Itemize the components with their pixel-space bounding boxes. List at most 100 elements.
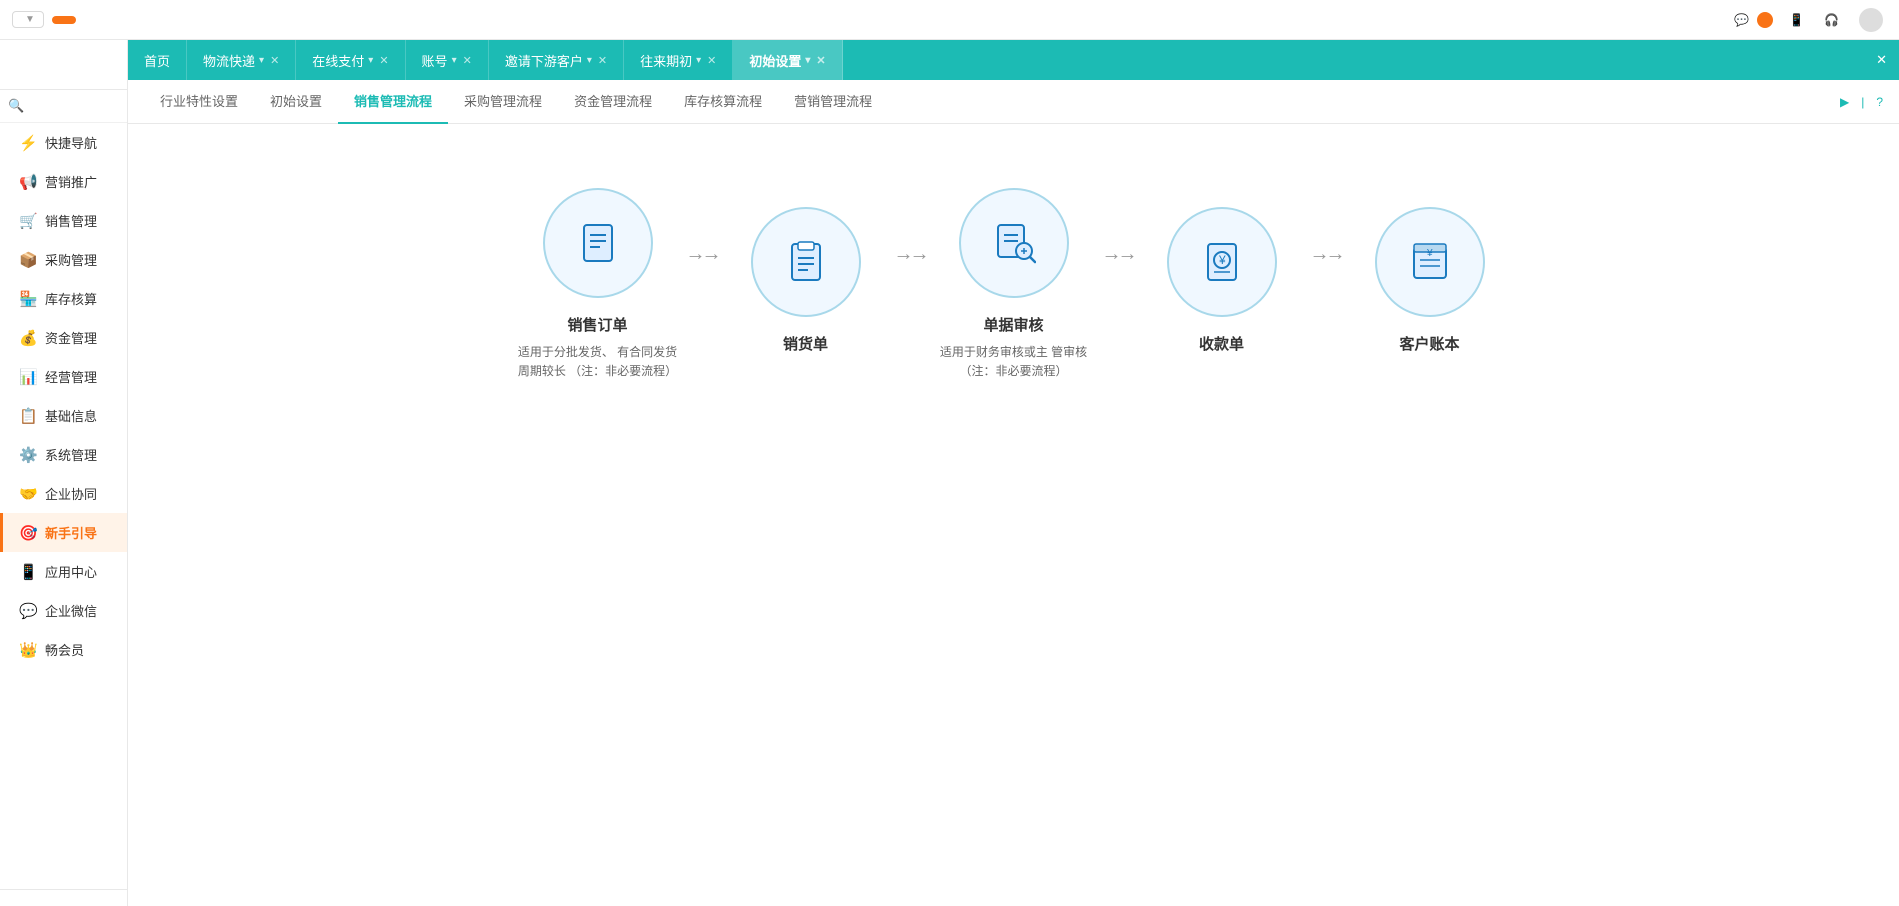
nav-tab-close-5[interactable]: ✕ bbox=[707, 54, 716, 67]
flow-circle-0 bbox=[543, 188, 653, 298]
sidebar-item-7[interactable]: 📋基础信息 bbox=[0, 396, 127, 435]
flow-arrow-1: →→ bbox=[686, 243, 718, 326]
flow-label-2: 单据审核 bbox=[983, 314, 1043, 335]
sidebar-item-5[interactable]: 💰资金管理 bbox=[0, 318, 127, 357]
nav-tab-label-2: 在线支付 bbox=[312, 51, 364, 70]
svg-text:¥: ¥ bbox=[1218, 253, 1226, 267]
nav-tab-label-5: 往来期初 bbox=[640, 51, 692, 70]
nav-tab-4[interactable]: 邀请下游客户 ▾ ✕ bbox=[489, 40, 624, 80]
sidebar-icon-13: 👑 bbox=[19, 641, 37, 659]
sidebar-label-3: 采购管理 bbox=[45, 250, 97, 269]
flow-desc-0: 适用于分批发货、 有合同发货周期较长 （注：非必要流程） bbox=[518, 343, 678, 381]
sidebar-icon-11: 📱 bbox=[19, 563, 37, 581]
flow-arrow-2: →→ bbox=[894, 243, 926, 326]
flow-arrow-4: →→ bbox=[1310, 243, 1342, 326]
sub-tab-1[interactable]: 初始设置 bbox=[254, 79, 338, 124]
flow-item-0[interactable]: 销售订单适用于分批发货、 有合同发货周期较长 （注：非必要流程） bbox=[518, 188, 678, 381]
sidebar-item-3[interactable]: 📦采购管理 bbox=[0, 240, 127, 279]
flow-desc-2: 适用于财务审核或主 管审核 （注：非必要流程） bbox=[934, 343, 1094, 381]
help-link[interactable]: ? bbox=[1876, 95, 1883, 109]
sidebar: 🔍 ⚡ 快捷导航 📢营销推广🛒销售管理📦采购管理🏪库存核算💰资金管理📊经营管理📋基础… bbox=[0, 40, 128, 906]
nav-tab-5[interactable]: 往来期初 ▾ ✕ bbox=[624, 40, 733, 80]
divider: | bbox=[1861, 95, 1864, 109]
chevron-down-icon: ▼ bbox=[25, 14, 35, 25]
sidebar-nav: ⚡ 快捷导航 📢营销推广🛒销售管理📦采购管理🏪库存核算💰资金管理📊经营管理📋基础信息… bbox=[0, 123, 127, 889]
nav-tab-6[interactable]: 初始设置 ▾ ✕ bbox=[733, 40, 842, 80]
sidebar-item-11[interactable]: 📱 应用中心 bbox=[0, 552, 127, 591]
flow-circle-4: ¥ bbox=[1375, 207, 1485, 317]
sidebar-icon-12: 💬 bbox=[19, 602, 37, 620]
sidebar-label-11: 应用中心 bbox=[45, 562, 97, 581]
sub-tab-4[interactable]: 资金管理流程 bbox=[558, 79, 668, 124]
sidebar-icon-1: 📢 bbox=[19, 173, 37, 191]
message-badge bbox=[1757, 12, 1773, 28]
sidebar-label-10: 新手引导 bbox=[45, 523, 97, 542]
nav-tab-3[interactable]: 账号 ▾ ✕ bbox=[406, 40, 489, 80]
sub-tab-3[interactable]: 采购管理流程 bbox=[448, 79, 558, 124]
nav-tab-close-4[interactable]: ✕ bbox=[598, 54, 607, 67]
flow-item-3[interactable]: ¥ 收款单 bbox=[1142, 207, 1302, 362]
flow-item-4[interactable]: ¥ 客户账本 bbox=[1350, 207, 1510, 362]
app-download-item[interactable]: 📱 bbox=[1789, 13, 1808, 27]
flow-item-1[interactable]: 销货单 bbox=[726, 207, 886, 362]
close-all-tabs[interactable]: ✕ bbox=[1864, 40, 1899, 80]
sidebar-item-13[interactable]: 👑畅会员 bbox=[0, 630, 127, 669]
message-item[interactable]: 💬 bbox=[1734, 12, 1773, 28]
nav-tab-arrow-2: ▾ bbox=[368, 55, 373, 66]
sub-tab-2[interactable]: 销售管理流程 bbox=[338, 79, 448, 124]
sidebar-item-2[interactable]: 🛒销售管理 bbox=[0, 201, 127, 240]
nav-tab-2[interactable]: 在线支付 ▾ ✕ bbox=[296, 40, 405, 80]
sub-tab-5[interactable]: 库存核算流程 bbox=[668, 79, 778, 124]
nav-tab-label-4: 邀请下游客户 bbox=[505, 51, 583, 70]
nav-tab-label-1: 物流快递 bbox=[203, 51, 255, 70]
top-bar-right: 💬 📱 🎧 bbox=[1734, 8, 1887, 32]
nav-tab-0[interactable]: 首页 bbox=[128, 40, 187, 80]
sidebar-label-8: 系统管理 bbox=[45, 445, 97, 464]
sidebar-item-8[interactable]: ⚙️系统管理 bbox=[0, 435, 127, 474]
sidebar-logo bbox=[0, 40, 127, 90]
nav-tabs: 首页物流快递 ▾ ✕在线支付 ▾ ✕账号 ▾ ✕邀请下游客户 ▾ ✕往来期初 ▾… bbox=[128, 40, 1899, 80]
flow-circle-1 bbox=[751, 207, 861, 317]
sidebar-label-5: 资金管理 bbox=[45, 328, 97, 347]
nav-tab-1[interactable]: 物流快递 ▾ ✕ bbox=[187, 40, 296, 80]
video-link[interactable]: ▶ bbox=[1840, 95, 1849, 109]
sidebar-icon-6: 📊 bbox=[19, 368, 37, 386]
sidebar-item-9[interactable]: 🤝企业协同 bbox=[0, 474, 127, 513]
user-selector[interactable]: ▼ bbox=[12, 11, 44, 28]
nav-tab-arrow-6: ▾ bbox=[805, 55, 810, 66]
sidebar-item-10[interactable]: 🎯新手引导 bbox=[0, 513, 127, 552]
nav-tab-close-1[interactable]: ✕ bbox=[270, 54, 279, 67]
flow-item-2[interactable]: 单据审核适用于财务审核或主 管审核 （注：非必要流程） bbox=[934, 188, 1094, 381]
sidebar-footer bbox=[0, 889, 127, 906]
sidebar-icon-2: 🛒 bbox=[19, 212, 37, 230]
sidebar-item-6[interactable]: 📊经营管理 bbox=[0, 357, 127, 396]
main-layout: 🔍 ⚡ 快捷导航 📢营销推广🛒销售管理📦采购管理🏪库存核算💰资金管理📊经营管理📋基础… bbox=[0, 40, 1899, 906]
nav-tab-close-2[interactable]: ✕ bbox=[379, 54, 388, 67]
nav-tab-close-3[interactable]: ✕ bbox=[463, 54, 472, 67]
sidebar-item-1[interactable]: 📢营销推广 bbox=[0, 162, 127, 201]
trial-button[interactable] bbox=[52, 16, 76, 24]
sub-tab-6[interactable]: 营销管理流程 bbox=[778, 79, 888, 124]
sub-tab-0[interactable]: 行业特性设置 bbox=[144, 79, 254, 124]
flow-label-4: 客户账本 bbox=[1399, 333, 1459, 354]
sidebar-icon-9: 🤝 bbox=[19, 485, 37, 503]
sidebar-item-12[interactable]: 💬 企业微信 bbox=[0, 591, 127, 630]
flow-circle-2 bbox=[959, 188, 1069, 298]
sub-tabs: 行业特性设置初始设置销售管理流程采购管理流程资金管理流程库存核算流程营销管理流程… bbox=[128, 80, 1899, 124]
nav-tab-close-6[interactable]: ✕ bbox=[816, 54, 825, 67]
sidebar-item-0[interactable]: ⚡ 快捷导航 bbox=[0, 123, 127, 162]
sidebar-item-4[interactable]: 🏪库存核算 bbox=[0, 279, 127, 318]
user-avatar-item[interactable] bbox=[1859, 8, 1887, 32]
sub-tabs-left: 行业特性设置初始设置销售管理流程采购管理流程资金管理流程库存核算流程营销管理流程 bbox=[144, 79, 888, 124]
sidebar-label-7: 基础信息 bbox=[45, 406, 97, 425]
sidebar-icon-0: ⚡ bbox=[19, 134, 37, 152]
sidebar-label-12: 企业微信 bbox=[45, 601, 97, 620]
sidebar-search[interactable]: 🔍 bbox=[0, 90, 127, 123]
flow-label-1: 销货单 bbox=[783, 333, 828, 354]
page-content: 销售订单适用于分批发货、 有合同发货周期较长 （注：非必要流程）→→ 销货单→→… bbox=[128, 124, 1899, 906]
help-icon: ? bbox=[1876, 95, 1883, 109]
nav-tab-label-3: 账号 bbox=[422, 51, 448, 70]
nav-tab-arrow-5: ▾ bbox=[696, 55, 701, 66]
online-service-item[interactable]: 🎧 bbox=[1824, 13, 1843, 27]
sidebar-label-0: 快捷导航 bbox=[45, 133, 97, 152]
